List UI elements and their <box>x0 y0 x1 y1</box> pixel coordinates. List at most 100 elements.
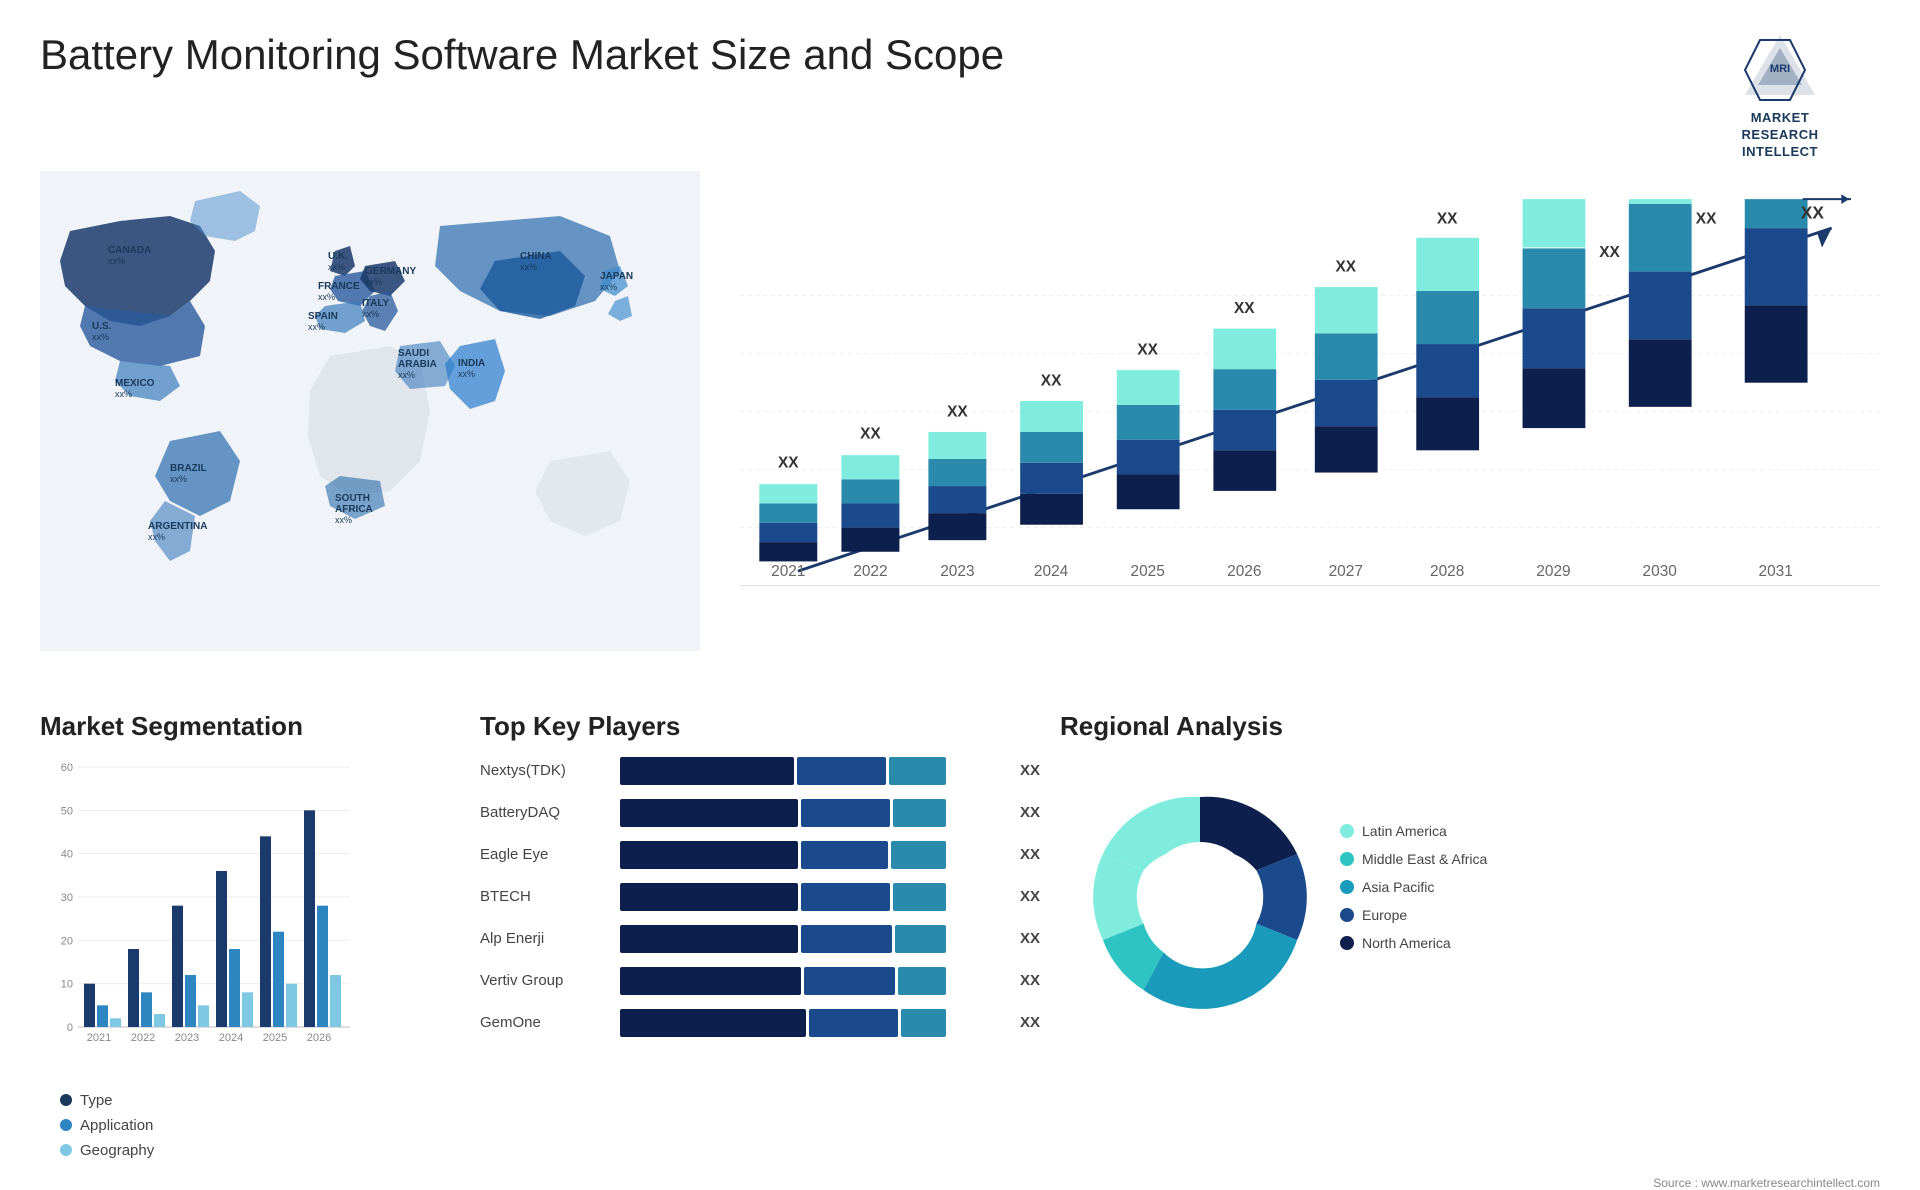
svg-text:AFRICA: AFRICA <box>335 504 373 515</box>
regional-content: Latin AmericaMiddle East & AfricaAsia Pa… <box>1060 757 1880 1017</box>
player-value: XX <box>1020 888 1040 905</box>
player-value: XX <box>1020 930 1040 947</box>
logo-area: MRI MARKET RESEARCH INTELLECT <box>1680 30 1880 161</box>
player-bar-container <box>620 757 1005 785</box>
svg-text:60: 60 <box>61 762 73 774</box>
seg-legend-item: Geography <box>60 1142 460 1159</box>
svg-text:XX: XX <box>1137 341 1158 358</box>
svg-text:U.S.: U.S. <box>92 321 112 332</box>
source-line: Source : www.marketresearchintellect.com <box>0 1171 1920 1190</box>
world-map-container: CANADA xx% U.S. xx% MEXICO xx% BRAZIL xx… <box>40 171 700 651</box>
header: Battery Monitoring Software Market Size … <box>0 0 1920 171</box>
svg-text:10: 10 <box>61 978 73 990</box>
svg-text:2025: 2025 <box>1131 563 1165 580</box>
svg-text:XX: XX <box>1437 210 1458 227</box>
svg-text:CHINA: CHINA <box>520 251 552 262</box>
seg-legend-item: Application <box>60 1117 460 1134</box>
players-title: Top Key Players <box>480 711 1040 742</box>
svg-text:SOUTH: SOUTH <box>335 493 370 504</box>
svg-text:20: 20 <box>61 935 73 947</box>
players-section: Top Key Players Nextys(TDK)XXBatteryDAQX… <box>480 711 1040 1037</box>
player-bar-segment <box>901 1009 946 1037</box>
player-bar-segment <box>620 925 798 953</box>
svg-text:GERMANY: GERMANY <box>365 266 416 277</box>
segmentation-section: Market Segmentation010203040506020212022… <box>40 711 460 1159</box>
svg-text:xx%: xx% <box>362 309 379 319</box>
legend-item: Europe <box>1340 907 1487 923</box>
player-bar-container <box>620 799 1005 827</box>
player-row: Vertiv GroupXX <box>480 967 1040 995</box>
svg-text:xx%: xx% <box>92 332 109 342</box>
svg-text:XX: XX <box>1234 300 1255 317</box>
svg-text:XX: XX <box>1599 244 1620 261</box>
player-bar-container <box>620 967 1005 995</box>
svg-text:SPAIN: SPAIN <box>308 311 338 322</box>
legend-label: Latin America <box>1362 823 1447 839</box>
player-name: Nextys(TDK) <box>480 762 610 779</box>
svg-text:ITALY: ITALY <box>362 298 390 309</box>
svg-text:2026: 2026 <box>307 1032 331 1044</box>
svg-text:XX: XX <box>947 403 968 420</box>
svg-text:2023: 2023 <box>940 563 974 580</box>
seg-legend-label: Application <box>80 1117 153 1134</box>
svg-text:2028: 2028 <box>1430 563 1464 580</box>
svg-text:xx%: xx% <box>108 256 125 266</box>
legend-dot <box>1340 936 1354 950</box>
segmentation-chart: 0102030405060202120222023202420252026 <box>40 757 360 1077</box>
svg-text:2023: 2023 <box>175 1032 199 1044</box>
logo-text: MARKET RESEARCH INTELLECT <box>1742 110 1819 161</box>
logo-icon: MRI <box>1740 30 1820 110</box>
svg-text:2031: 2031 <box>1758 563 1792 580</box>
player-name: Alp Enerji <box>480 930 610 947</box>
legend-dot <box>1340 880 1354 894</box>
svg-text:MRI: MRI <box>1770 63 1790 75</box>
player-value: XX <box>1020 1014 1040 1031</box>
svg-text:2025: 2025 <box>263 1032 287 1044</box>
legend-item: North America <box>1340 935 1487 951</box>
seg-legend-label: Type <box>80 1092 113 1109</box>
player-bar-segment <box>893 799 946 827</box>
svg-text:xx%: xx% <box>335 515 352 525</box>
player-bar-segment <box>891 841 946 869</box>
svg-text:xx%: xx% <box>308 322 325 332</box>
player-bar-container <box>620 883 1005 911</box>
svg-text:FRANCE: FRANCE <box>318 281 360 292</box>
player-bar-segment <box>893 883 946 911</box>
svg-text:2029: 2029 <box>1536 563 1570 580</box>
svg-text:40: 40 <box>61 848 73 860</box>
svg-text:XX: XX <box>778 454 799 471</box>
svg-text:CANADA: CANADA <box>108 245 151 256</box>
regional-section: Regional Analysis <box>1060 711 1880 1017</box>
player-bar-segment <box>804 967 895 995</box>
legend-dot <box>1340 908 1354 922</box>
svg-text:2024: 2024 <box>219 1032 243 1044</box>
svg-text:2026: 2026 <box>1227 563 1261 580</box>
main-content: CANADA xx% U.S. xx% MEXICO xx% BRAZIL xx… <box>0 171 1920 691</box>
player-name: Eagle Eye <box>480 846 610 863</box>
seg-legend-dot <box>60 1094 72 1106</box>
svg-text:xx%: xx% <box>328 262 345 272</box>
player-row: Alp Enerji XX <box>480 925 1040 953</box>
regional-title: Regional Analysis <box>1060 711 1880 742</box>
player-row: BTECH XX <box>480 883 1040 911</box>
player-row: BatteryDAQXX <box>480 799 1040 827</box>
player-bar-segment <box>620 799 798 827</box>
svg-text:xx%: xx% <box>318 292 335 302</box>
player-bar-container <box>620 1009 1005 1037</box>
svg-text:30: 30 <box>61 892 73 904</box>
player-value: XX <box>1020 846 1040 863</box>
svg-text:xx%: xx% <box>115 389 132 399</box>
player-name: BTECH <box>480 888 610 905</box>
svg-text:50: 50 <box>61 805 73 817</box>
seg-legend-item: Type <box>60 1092 460 1109</box>
player-bar-segment <box>797 757 886 785</box>
players-list: Nextys(TDK)XXBatteryDAQXXEagle EyeXXBTEC… <box>480 757 1040 1037</box>
player-value: XX <box>1020 804 1040 821</box>
player-bar-segment <box>620 883 798 911</box>
seg-legend-dot <box>60 1119 72 1131</box>
player-bar-segment <box>620 967 801 995</box>
legend-item: Middle East & Africa <box>1340 851 1487 867</box>
donut-chart-container <box>1060 757 1320 1017</box>
player-bar-segment <box>801 925 892 953</box>
growth-bar-chart: 2021 XX 2022 XX 2023 XX 2024 XX <box>740 171 1880 691</box>
